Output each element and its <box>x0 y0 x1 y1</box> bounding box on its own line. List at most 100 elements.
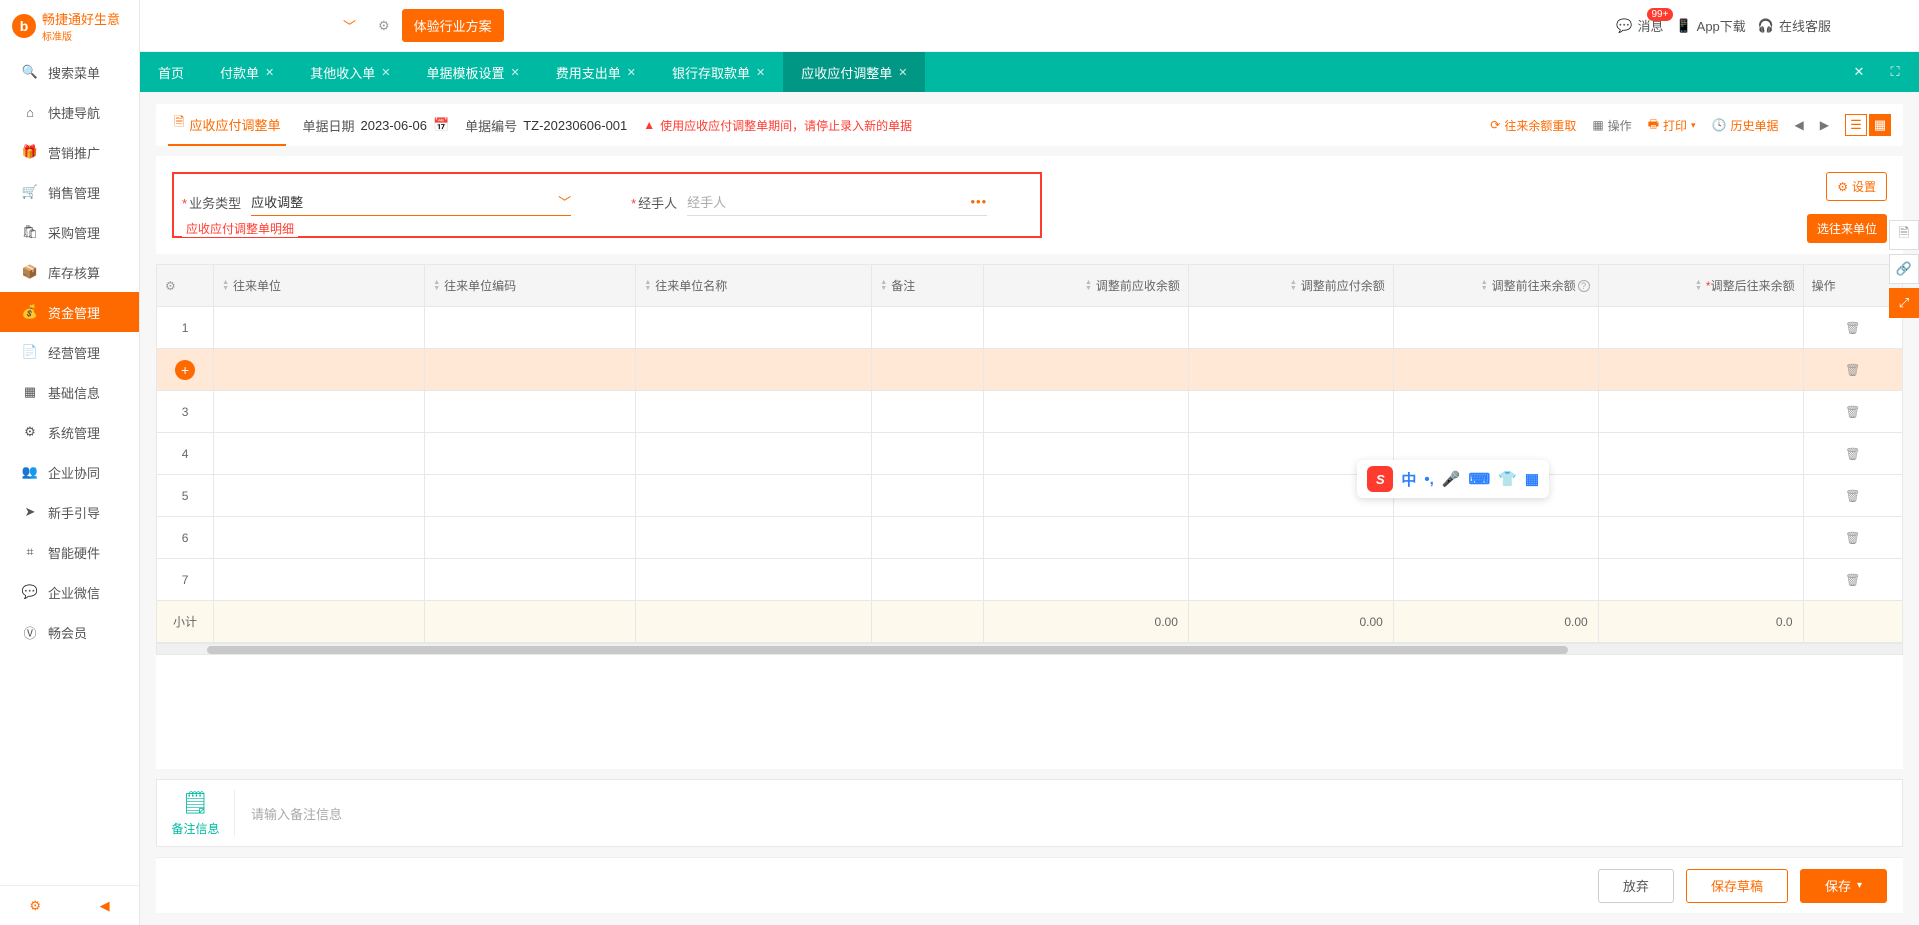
sort-icon[interactable]: ▲▼ <box>1695 280 1702 292</box>
ime-mic-icon[interactable]: 🎤 <box>1442 470 1461 488</box>
collapse-icon[interactable]: ◀ <box>100 898 110 914</box>
tab[interactable]: 应收应付调整单✕ <box>783 52 925 92</box>
tenant-selector[interactable]: ﹀ <box>156 11 366 41</box>
history-button[interactable]: 🕓 历史单据 <box>1712 117 1779 134</box>
ime-lang[interactable]: 中 <box>1401 469 1416 490</box>
sort-icon[interactable]: ▲▼ <box>222 280 229 292</box>
table-row[interactable]: + 🗑 <box>157 349 1903 391</box>
sort-icon[interactable]: ▲▼ <box>644 280 651 292</box>
tab[interactable]: 单据模板设置✕ <box>408 52 537 92</box>
save-draft-button[interactable]: 保存草稿 <box>1686 869 1788 903</box>
calendar-icon[interactable]: 📅 <box>433 117 449 133</box>
sort-icon[interactable]: ▲▼ <box>1085 280 1092 292</box>
trash-icon[interactable]: 🗑 <box>1845 405 1860 419</box>
sidebar-item-search[interactable]: 🔍搜索菜单 <box>0 52 139 92</box>
no-value: TZ-20230606-001 <box>523 118 627 133</box>
view-list-button[interactable]: ☰ <box>1845 114 1867 136</box>
sort-icon[interactable]: ▲▼ <box>433 280 440 292</box>
next-icon[interactable]: ▶ <box>1820 118 1829 132</box>
trash-icon[interactable]: 🗑 <box>1845 363 1860 377</box>
ime-toolbox-icon[interactable]: ▦ <box>1525 470 1539 488</box>
rail-note-icon[interactable]: 🗎 <box>1889 220 1919 250</box>
sidebar-item-home[interactable]: ⌂快捷导航 <box>0 92 139 132</box>
sort-icon[interactable]: ▲▼ <box>880 280 887 292</box>
handler-input[interactable]: 经手人 ••• <box>687 188 987 216</box>
settings-button[interactable]: ⚙ 设置 <box>1826 172 1887 201</box>
close-icon[interactable]: ✕ <box>511 66 520 79</box>
ime-punct-icon[interactable]: •, <box>1424 471 1433 488</box>
sidebar-item-vip[interactable]: Ⓥ畅会员 <box>0 612 139 652</box>
settings-icon[interactable]: ⚙ <box>29 898 41 914</box>
close-icon[interactable]: ✕ <box>381 66 390 79</box>
sort-icon[interactable]: ▲▼ <box>1481 280 1488 292</box>
topbar-gear-icon[interactable]: ⚙ <box>378 18 390 34</box>
table-row[interactable]: 3 🗑 <box>157 391 1903 433</box>
close-all-tabs-icon[interactable]: ✕ <box>1845 58 1873 86</box>
data-table: ⚙ ▲▼往来单位 ▲▼往来单位编码 ▲▼往来单位名称 ▲▼备注 ▲▼调整前应收余… <box>156 264 1903 769</box>
table-row[interactable]: 5 🗑 <box>157 475 1903 517</box>
prev-icon[interactable]: ◀ <box>1795 118 1804 132</box>
tab[interactable]: 费用支出单✕ <box>538 52 654 92</box>
print-dropdown[interactable]: 🖶 打印 ▾ <box>1648 115 1696 136</box>
reset-balance-button[interactable]: ⟳ 往来余额重取 <box>1490 117 1576 134</box>
logo-icon: b <box>12 14 36 38</box>
table-settings-icon[interactable]: ⚙ <box>165 279 176 293</box>
close-icon[interactable]: ✕ <box>898 66 907 79</box>
horizontal-scrollbar[interactable] <box>156 643 1903 655</box>
more-icon[interactable]: ••• <box>971 194 988 209</box>
trash-icon[interactable]: 🗑 <box>1845 531 1860 545</box>
tab[interactable]: 首页 <box>140 52 202 92</box>
sidebar-item-guide[interactable]: ➤新手引导 <box>0 492 139 532</box>
help-icon[interactable]: ? <box>1578 280 1590 292</box>
table-row[interactable]: 1 🗑 <box>157 307 1903 349</box>
fullscreen-icon[interactable]: ⛶ <box>1881 58 1909 86</box>
sidebar-item-gift[interactable]: 🎁营销推广 <box>0 132 139 172</box>
gift-icon: 🎁 <box>22 144 38 160</box>
sidebar-item-cart[interactable]: 🛒销售管理 <box>0 172 139 212</box>
table-row[interactable]: 6 🗑 <box>157 517 1903 559</box>
ime-toolbar[interactable]: S 中 •, 🎤 ⌨ 👕 ▦ <box>1357 460 1549 498</box>
select-unit-button[interactable]: 选往来单位 <box>1807 214 1887 243</box>
grid-icon: ▦ <box>22 384 38 400</box>
sidebar-item-money[interactable]: 💰资金管理 <box>0 292 139 332</box>
table-row[interactable]: 7 🗑 <box>157 559 1903 601</box>
abandon-button[interactable]: 放弃 <box>1598 869 1674 903</box>
trash-icon[interactable]: 🗑 <box>1845 321 1860 335</box>
trash-icon[interactable]: 🗑 <box>1845 573 1860 587</box>
sidebar-item-doc[interactable]: 📄经营管理 <box>0 332 139 372</box>
close-icon[interactable]: ✕ <box>265 66 274 79</box>
tab[interactable]: 银行存取款单✕ <box>654 52 783 92</box>
save-button[interactable]: 保存 ▾ <box>1800 869 1887 903</box>
sidebar-item-grid[interactable]: ▦基础信息 <box>0 372 139 412</box>
sidebar-item-wechat[interactable]: 💬企业微信 <box>0 572 139 612</box>
rail-link-icon[interactable]: 🔗 <box>1889 254 1919 284</box>
biz-type-select[interactable]: 应收调整 ﹀ <box>251 188 571 216</box>
sidebar-item-chip[interactable]: ⌗智能硬件 <box>0 532 139 572</box>
tab[interactable]: 付款单✕ <box>202 52 292 92</box>
trash-icon[interactable]: 🗑 <box>1845 447 1860 461</box>
sidebar-item-box[interactable]: 📦库存核算 <box>0 252 139 292</box>
table-row[interactable]: 4 🗑 <box>157 433 1903 475</box>
app-download-button[interactable]: 📱 App下载 <box>1675 16 1745 35</box>
rail-expand-icon[interactable]: ⤢ <box>1889 288 1919 318</box>
date-value[interactable]: 2023-06-06 <box>360 118 427 133</box>
operation-dropdown[interactable]: ▦ 操作 <box>1592 117 1631 134</box>
sidebar-item-team[interactable]: 👥企业协同 <box>0 452 139 492</box>
ime-skin-icon[interactable]: 👕 <box>1498 470 1517 488</box>
ime-keyboard-icon[interactable]: ⌨ <box>1468 470 1490 488</box>
tab[interactable]: 其他收入单✕ <box>292 52 408 92</box>
trash-icon[interactable]: 🗑 <box>1845 489 1860 503</box>
sidebar-item-bag[interactable]: 🛍采购管理 <box>0 212 139 252</box>
close-icon[interactable]: ✕ <box>627 66 636 79</box>
message-button[interactable]: 💬 消息 99+ <box>1616 16 1663 35</box>
view-grid-button[interactable]: ▦ <box>1869 114 1891 136</box>
online-service-button[interactable]: 🎧 在线客服 <box>1758 16 1831 35</box>
close-icon[interactable]: ✕ <box>756 66 765 79</box>
biz-type-field: *业务类型 应收调整 ﹀ <box>182 188 571 216</box>
form-tab[interactable]: 🗎 应收应付调整单 <box>168 104 286 146</box>
add-row-button[interactable]: + <box>175 360 195 380</box>
sort-icon[interactable]: ▲▼ <box>1290 280 1297 292</box>
experience-button[interactable]: 体验行业方案 <box>402 9 504 42</box>
sidebar-item-gear[interactable]: ⚙系统管理 <box>0 412 139 452</box>
remark-input[interactable]: 请输入备注信息 <box>235 804 1902 823</box>
